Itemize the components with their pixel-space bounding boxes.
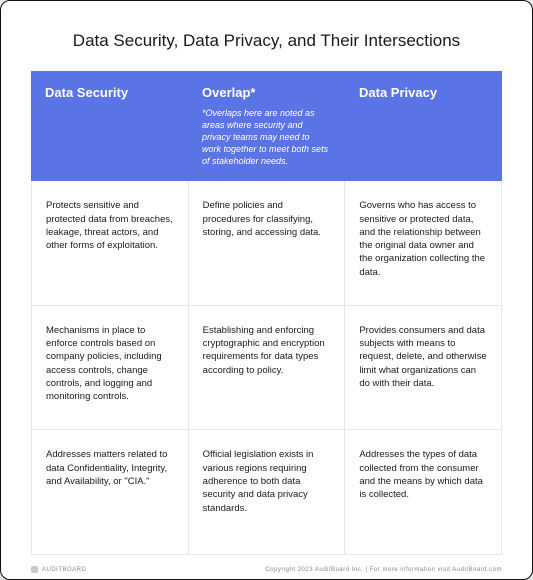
cell-text: Establishing and enforcing cryptographic… [203,324,331,377]
col-header-data-privacy: Data Privacy [345,71,502,181]
cell-text: Protects sensitive and protected data fr… [46,199,174,252]
table-body: Protects sensitive and protected data fr… [31,181,502,555]
cell-text: Governs who has access to sensitive or p… [359,199,487,279]
document-page: Data Security, Data Privacy, and Their I… [0,0,533,580]
footer-brand: AUDITBOARD [31,566,86,573]
col-header-label: Data Security [45,85,174,101]
footer-legal: Copyright 2023 AuditBoard Inc. | For mor… [265,567,502,573]
cell-text: Mechanisms in place to enforce controls … [46,324,174,404]
cell-text: Addresses matters related to data Confid… [46,448,174,488]
col-header-note: *Overlaps here are noted as areas where … [202,107,331,168]
col-header-label: Data Privacy [359,85,488,101]
table-header-row: Data Security Overlap* *Overlaps here ar… [31,71,502,181]
table-cell: Governs who has access to sensitive or p… [345,181,502,306]
table-cell: Protects sensitive and protected data fr… [32,181,189,306]
table-cell: Addresses matters related to data Confid… [32,430,189,555]
table-cell: Addresses the types of data collected fr… [345,430,502,555]
cell-text: Official legislation exists in various r… [203,448,331,514]
table-cell: Define policies and procedures for class… [189,181,346,306]
brand-logo-icon [31,566,38,573]
brand-name: AUDITBOARD [42,567,86,573]
cell-text: Define policies and procedures for class… [203,199,331,239]
table-cell: Establishing and enforcing cryptographic… [189,306,346,431]
table-cell: Provides consumers and data subjects wit… [345,306,502,431]
cell-text: Provides consumers and data subjects wit… [359,324,487,390]
page-title: Data Security, Data Privacy, and Their I… [31,31,502,51]
page-footer: AUDITBOARD Copyright 2023 AuditBoard Inc… [31,566,502,573]
table-cell: Mechanisms in place to enforce controls … [32,306,189,431]
col-header-label: Overlap* [202,85,331,101]
cell-text: Addresses the types of data collected fr… [359,448,487,501]
col-header-overlap: Overlap* *Overlaps here are noted as are… [188,71,345,181]
table-cell: Official legislation exists in various r… [189,430,346,555]
col-header-data-security: Data Security [31,71,188,181]
